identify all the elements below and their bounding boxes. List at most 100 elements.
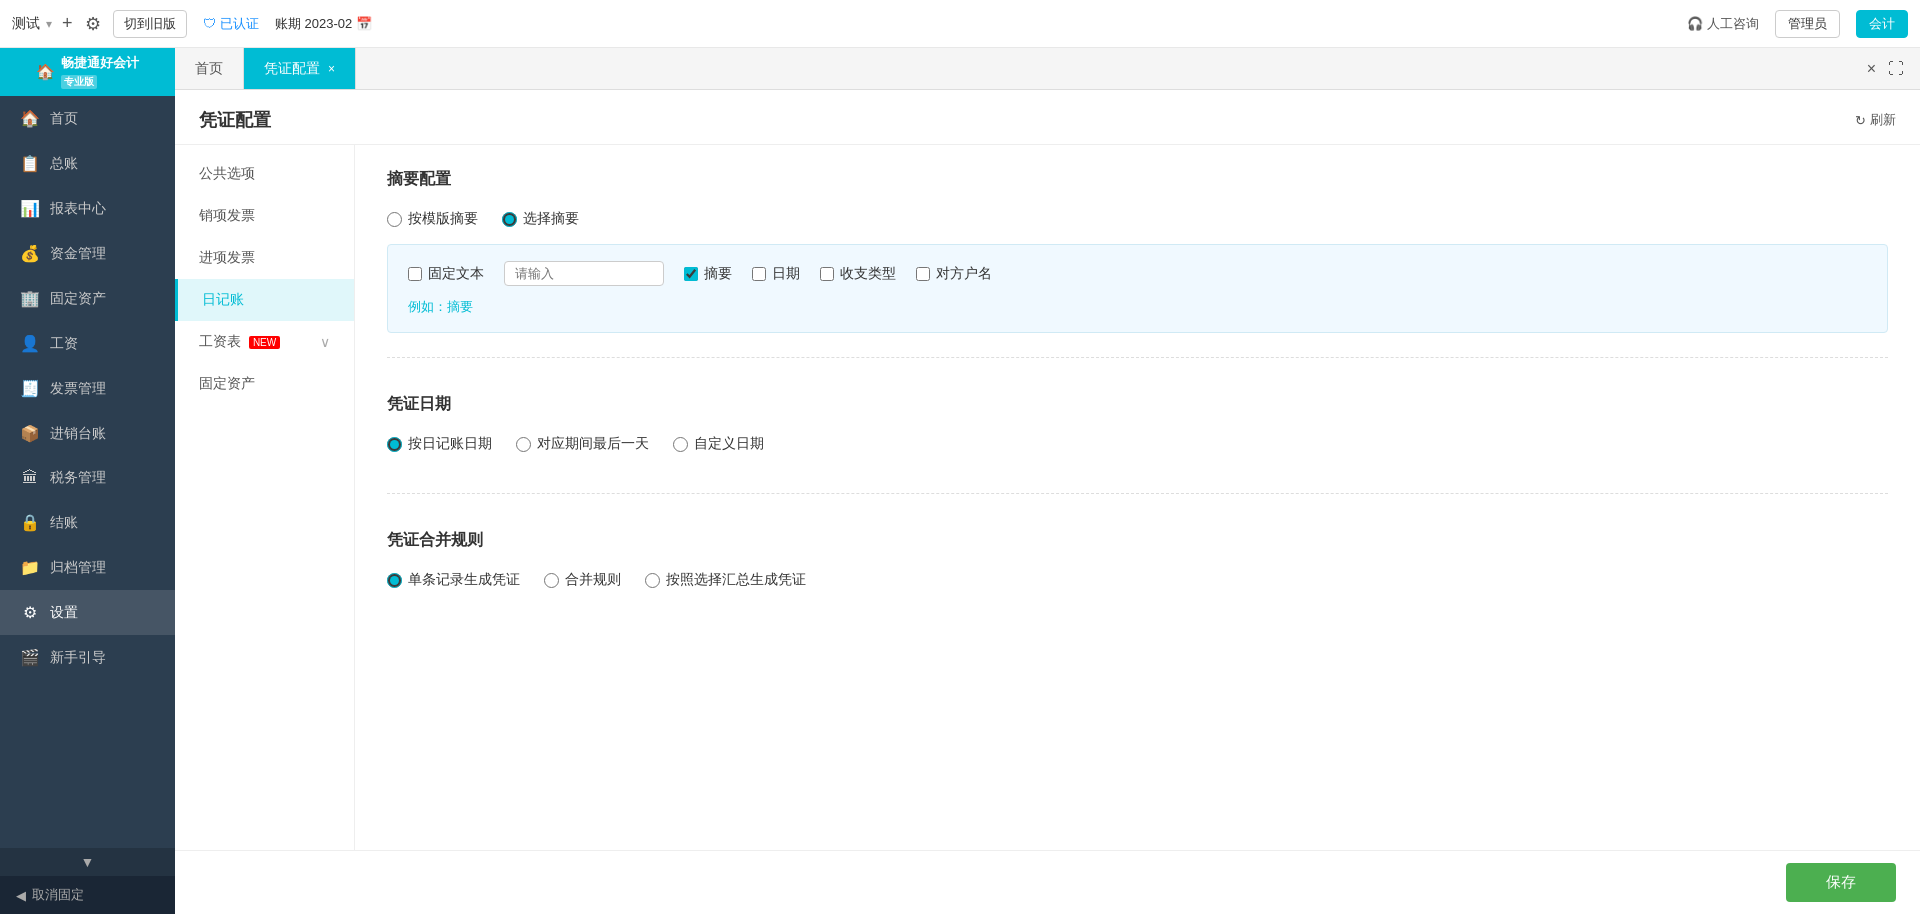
summary-radio-template-label: 按模版摘要	[408, 210, 478, 228]
switch-to-old-btn[interactable]: 切到旧版	[113, 10, 187, 38]
summary-radio-select[interactable]: 选择摘要	[502, 210, 579, 228]
main-layout: 🏠 畅捷通好会计 专业版 🏠 首页 📋 总账 📊 报表中心 💰 资金管理	[0, 48, 1920, 914]
voucher-merge-summary-input[interactable]	[645, 573, 660, 588]
page-content: 凭证配置 ↻ 刷新 公共选项 销项发票 进项发票	[175, 90, 1920, 914]
summary-checkbox-input[interactable]	[684, 267, 698, 281]
voucher-merge-single[interactable]: 单条记录生成凭证	[387, 571, 520, 589]
counterpart-checkbox[interactable]: 对方户名	[916, 265, 992, 283]
config-nav-public-label: 公共选项	[199, 165, 255, 181]
sidebar-label-capital: 资金管理	[50, 245, 106, 263]
voucher-date-custom-input[interactable]	[673, 437, 688, 452]
voucher-merge-rule[interactable]: 合并规则	[544, 571, 621, 589]
voucher-date-diary[interactable]: 按日记账日期	[387, 435, 492, 453]
invoice-mgmt-icon: 🧾	[20, 379, 40, 398]
sidebar-item-payroll[interactable]: 👤 工资	[0, 321, 175, 366]
sidebar-label-home: 首页	[50, 110, 78, 128]
sidebar-item-invoice-mgmt[interactable]: 🧾 发票管理	[0, 366, 175, 411]
voucher-date-custom-label: 自定义日期	[694, 435, 764, 453]
sidebar-item-ledger[interactable]: 📋 总账	[0, 141, 175, 186]
reports-icon: 📊	[20, 199, 40, 218]
sales-purchase-icon: 📦	[20, 424, 40, 443]
tax-mgmt-icon: 🏛	[20, 469, 40, 487]
page-footer: 保存	[175, 850, 1920, 914]
admin-button[interactable]: 管理员	[1775, 10, 1840, 38]
voucher-merge-summary[interactable]: 按照选择汇总生成凭证	[645, 571, 806, 589]
accountant-button[interactable]: 会计	[1856, 10, 1908, 38]
settings-icon-sidebar: ⚙	[20, 603, 40, 622]
sidebar-cancel-fixed[interactable]: ◀ 取消固定	[0, 876, 175, 914]
config-nav-fixed-asset[interactable]: 固定资产	[175, 363, 354, 405]
sidebar-item-beginner[interactable]: 🎬 新手引导	[0, 635, 175, 680]
income-type-checkbox[interactable]: 收支类型	[820, 265, 896, 283]
fixed-text-label: 固定文本	[428, 265, 484, 283]
consultant-btn[interactable]: 🎧 人工咨询	[1687, 15, 1759, 33]
calendar-icon[interactable]: 📅	[356, 16, 372, 31]
sidebar-item-capital[interactable]: 💰 资金管理	[0, 231, 175, 276]
fixed-text-input[interactable]	[504, 261, 664, 286]
cancel-fixed-icon: ◀	[16, 888, 26, 903]
summary-section-title: 摘要配置	[387, 169, 1888, 190]
summary-radio-group: 按模版摘要 选择摘要	[387, 210, 1888, 228]
fixed-assets-icon: 🏢	[20, 289, 40, 308]
voucher-date-last-day[interactable]: 对应期间最后一天	[516, 435, 649, 453]
summary-config-section: 摘要配置 按模版摘要 选择摘要	[387, 169, 1888, 358]
sidebar-item-home[interactable]: 🏠 首页	[0, 96, 175, 141]
sidebar-label-reports: 报表中心	[50, 200, 106, 218]
tab-config[interactable]: 凭证配置 ×	[244, 48, 356, 89]
beginner-icon: 🎬	[20, 648, 40, 667]
summary-radio-select-input[interactable]	[502, 212, 517, 227]
page-title: 凭证配置	[199, 108, 271, 132]
headset-icon: 🎧	[1687, 16, 1703, 31]
payroll-icon: 👤	[20, 334, 40, 353]
tab-close-icon[interactable]: ×	[328, 62, 335, 76]
sidebar-item-archive[interactable]: 📁 归档管理	[0, 545, 175, 590]
config-nav-payroll-table[interactable]: 工资表 NEW ∨	[175, 321, 354, 363]
sidebar-item-tax-mgmt[interactable]: 🏛 税务管理	[0, 456, 175, 500]
sidebar-item-settings[interactable]: ⚙ 设置	[0, 590, 175, 635]
add-button[interactable]: +	[62, 13, 73, 34]
sidebar-label-beginner: 新手引导	[50, 649, 106, 667]
sidebar-label-archive: 归档管理	[50, 559, 106, 577]
summary-checkbox[interactable]: 摘要	[684, 265, 732, 283]
tab-expand-button[interactable]: ⛶	[1884, 56, 1908, 82]
config-nav-public[interactable]: 公共选项	[175, 153, 354, 195]
summary-radio-template-input[interactable]	[387, 212, 402, 227]
refresh-button[interactable]: ↻ 刷新	[1855, 111, 1896, 129]
content-area: 首页 凭证配置 × × ⛶ 凭证配置 ↻ 刷新	[175, 48, 1920, 914]
company-selector[interactable]: 测试 ▾	[12, 15, 52, 33]
settings-icon[interactable]: ⚙	[85, 13, 101, 35]
config-nav-diary[interactable]: 日记账	[175, 279, 354, 321]
date-checkbox[interactable]: 日期	[752, 265, 800, 283]
voucher-date-custom[interactable]: 自定义日期	[673, 435, 764, 453]
tab-bar: 首页 凭证配置 × × ⛶	[175, 48, 1920, 90]
voucher-date-radio-group: 按日记账日期 对应期间最后一天 自定义日期	[387, 435, 1888, 453]
voucher-merge-single-input[interactable]	[387, 573, 402, 588]
config-layout: 公共选项 销项发票 进项发票 日记账 工资表 NEW	[175, 145, 1920, 850]
save-button[interactable]: 保存	[1786, 863, 1896, 902]
voucher-date-diary-input[interactable]	[387, 437, 402, 452]
sidebar: 🏠 畅捷通好会计 专业版 🏠 首页 📋 总账 📊 报表中心 💰 资金管理	[0, 48, 175, 914]
sidebar-item-sales-purchase[interactable]: 📦 进销台账	[0, 411, 175, 456]
tab-close-button[interactable]: ×	[1863, 56, 1880, 82]
summary-radio-template[interactable]: 按模版摘要	[387, 210, 478, 228]
config-nav-purchase-invoice[interactable]: 进项发票	[175, 237, 354, 279]
tab-home[interactable]: 首页	[175, 48, 244, 89]
sidebar-scroll-down[interactable]: ▼	[0, 848, 175, 876]
date-checkbox-input[interactable]	[752, 267, 766, 281]
sidebar-label-tax-mgmt: 税务管理	[50, 469, 106, 487]
config-nav-purchase-invoice-label: 进项发票	[199, 249, 255, 265]
fixed-text-checkbox-input[interactable]	[408, 267, 422, 281]
income-type-checkbox-input[interactable]	[820, 267, 834, 281]
sidebar-item-fixed-assets[interactable]: 🏢 固定资产	[0, 276, 175, 321]
counterpart-checkbox-input[interactable]	[916, 267, 930, 281]
sidebar-item-close-period[interactable]: 🔒 结账	[0, 500, 175, 545]
company-name: 测试	[12, 15, 40, 33]
fixed-text-checkbox[interactable]: 固定文本	[408, 265, 484, 283]
voucher-merge-rule-input[interactable]	[544, 573, 559, 588]
sidebar-item-reports[interactable]: 📊 报表中心	[0, 186, 175, 231]
config-nav-diary-label: 日记账	[202, 291, 244, 307]
certified-badge: 🛡 已认证	[203, 15, 259, 33]
refresh-icon: ↻	[1855, 113, 1866, 128]
voucher-date-last-day-input[interactable]	[516, 437, 531, 452]
config-nav-sales-invoice[interactable]: 销项发票	[175, 195, 354, 237]
